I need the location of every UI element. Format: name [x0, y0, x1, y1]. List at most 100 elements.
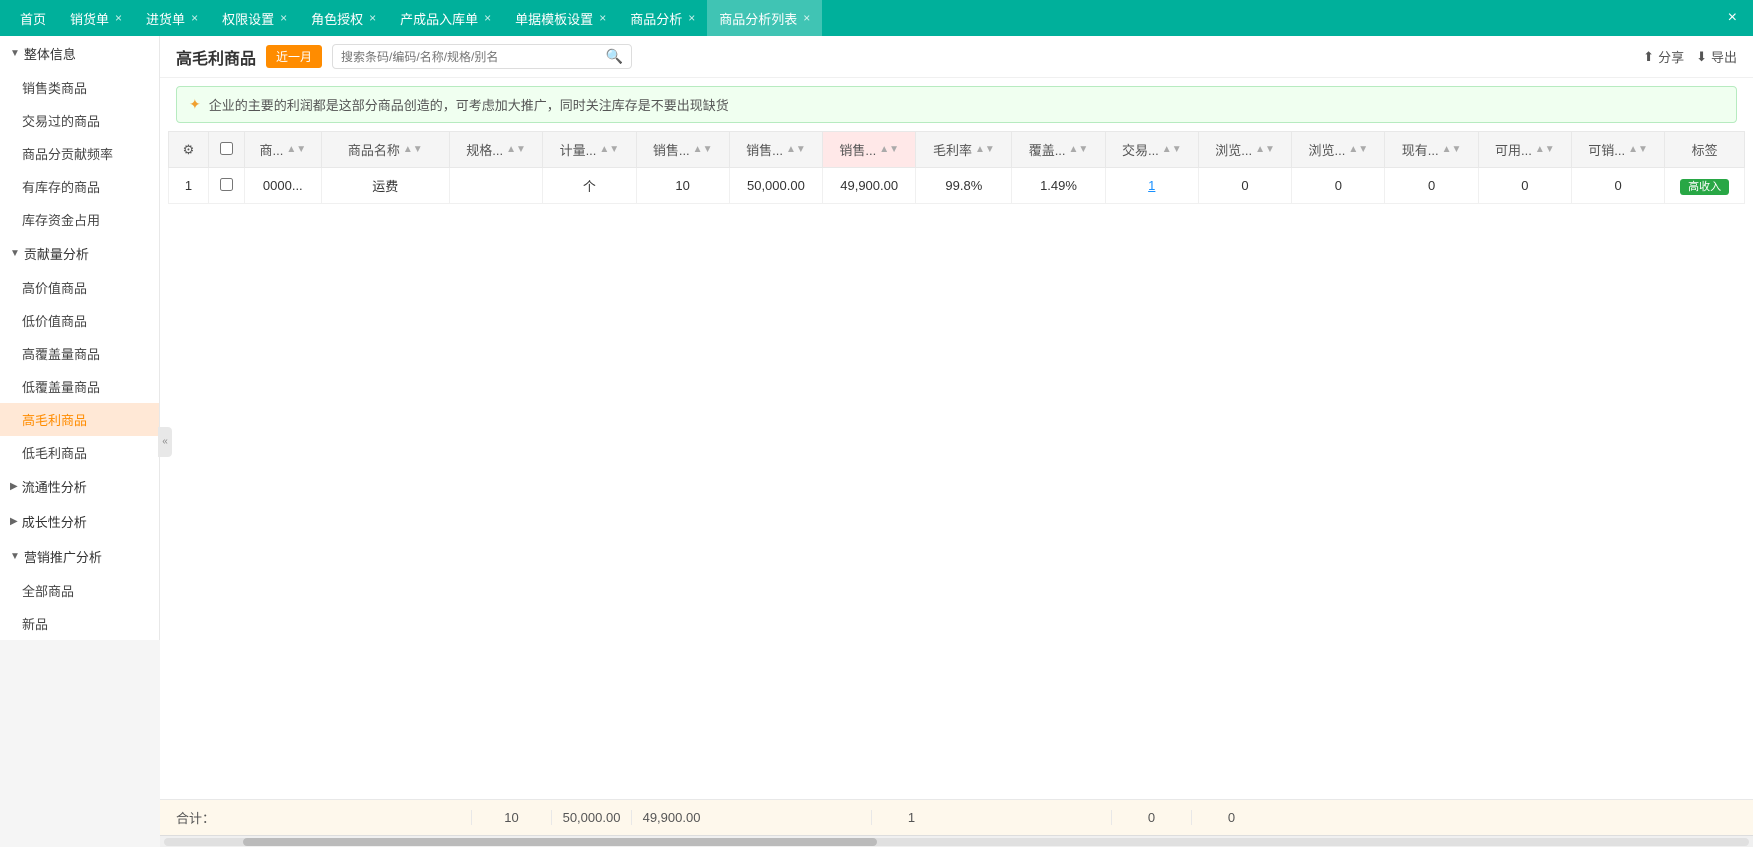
sort-icon: ▲▼ — [1255, 145, 1275, 155]
search-icon[interactable]: 🔍 — [606, 48, 623, 65]
transaction-link[interactable]: 1 — [1148, 178, 1155, 193]
horizontal-scrollbar[interactable] — [160, 835, 1753, 847]
row-sales-qty: 10 — [636, 168, 729, 204]
col-transaction[interactable]: 交易... ▲▼ — [1105, 132, 1198, 168]
sidebar-item-low-coverage[interactable]: 低覆盖量商品 — [0, 370, 159, 403]
sort-icon: ▲▼ — [599, 145, 619, 155]
settings-icon[interactable]: ⚙ — [183, 142, 195, 158]
sidebar-item-stock-capital[interactable]: 库存资金占用 — [0, 203, 159, 236]
footer-sales-cost: 49,900.00 — [631, 810, 711, 825]
sidebar-item-high-value[interactable]: 高价值商品 — [0, 271, 159, 304]
row-view2: 0 — [1292, 168, 1385, 204]
col-sales-cost[interactable]: 销售... ▲▼ — [823, 132, 916, 168]
nav-tab-analysis-list[interactable]: 商品分析列表 × — [707, 0, 822, 36]
sort-icon: ▲▼ — [786, 145, 806, 155]
close-icon[interactable]: × — [599, 11, 606, 25]
export-button[interactable]: ⬇ 导出 — [1696, 47, 1737, 66]
sidebar-item-low-margin[interactable]: 低毛利商品 — [0, 436, 159, 469]
row-checkbox[interactable] — [209, 168, 245, 204]
top-nav: 首页 销货单 × 进货单 × 权限设置 × 角色授权 × 产成品入库单 × 单据… — [0, 0, 1753, 36]
sidebar-item-traded-goods[interactable]: 交易过的商品 — [0, 104, 159, 137]
sidebar: ▼ 整体信息 销售类商品 交易过的商品 商品分贡献频率 有库存的商品 库存资金占… — [0, 36, 160, 640]
sidebar-group-contribution[interactable]: ▼ 贡献量分析 — [0, 236, 159, 271]
share-button[interactable]: ⬆ 分享 — [1643, 47, 1684, 66]
footer-current-stock: 0 — [1111, 810, 1191, 825]
nav-tab-permission[interactable]: 权限设置 × — [210, 0, 299, 36]
sidebar-item-sales-goods[interactable]: 销售类商品 — [0, 71, 159, 104]
row-name: 运费 — [321, 168, 449, 204]
sidebar-item-contribution-rate[interactable]: 商品分贡献频率 — [0, 137, 159, 170]
col-view2[interactable]: 浏览... ▲▼ — [1292, 132, 1385, 168]
sidebar-group-overall[interactable]: ▼ 整体信息 — [0, 36, 159, 71]
sidebar-group-liquidity[interactable]: ▶ 流通性分析 — [0, 469, 159, 504]
row-coverage: 1.49% — [1012, 168, 1105, 204]
col-sales-qty[interactable]: 销售... ▲▼ — [636, 132, 729, 168]
close-icon[interactable]: × — [280, 11, 287, 25]
nav-tab-home[interactable]: 首页 — [8, 0, 58, 36]
col-saleable-stock[interactable]: 可销... ▲▼ — [1571, 132, 1664, 168]
close-icon[interactable]: × — [484, 11, 491, 25]
col-name[interactable]: 商品名称 ▲▼ — [321, 132, 449, 168]
table-row: 1 0000... 运费 个 10 50,000.00 49,900.00 99… — [169, 168, 1745, 204]
row-unit: 个 — [543, 168, 636, 204]
search-input[interactable] — [341, 50, 600, 64]
sort-icon: ▲▼ — [1348, 145, 1368, 155]
close-icon[interactable]: × — [369, 11, 376, 25]
sidebar-item-high-coverage[interactable]: 高覆盖量商品 — [0, 337, 159, 370]
nav-tab-product-in[interactable]: 产成品入库单 × — [388, 0, 503, 36]
scrollbar-track[interactable] — [164, 838, 1749, 846]
col-sales-amount[interactable]: 销售... ▲▼ — [729, 132, 822, 168]
sort-icon: ▲▼ — [1628, 145, 1648, 155]
col-settings[interactable]: ⚙ — [169, 132, 209, 168]
sidebar-item-all-goods[interactable]: 全部商品 — [0, 574, 159, 607]
sidebar-item-stock-goods[interactable]: 有库存的商品 — [0, 170, 159, 203]
col-coverage[interactable]: 覆盖... ▲▼ — [1012, 132, 1105, 168]
col-available-stock[interactable]: 可用... ▲▼ — [1478, 132, 1571, 168]
col-code[interactable]: 商... ▲▼ — [245, 132, 322, 168]
sidebar-collapse-button[interactable]: « — [158, 427, 172, 457]
sort-icon: ▲▼ — [506, 145, 526, 155]
sidebar-item-high-margin[interactable]: 高毛利商品 — [0, 403, 159, 436]
sidebar-item-low-value[interactable]: 低价值商品 — [0, 304, 159, 337]
row-tag: 高收入 — [1665, 168, 1745, 204]
nav-tab-sales[interactable]: 销货单 × — [58, 0, 134, 36]
row-select-checkbox[interactable] — [220, 178, 233, 191]
table-container[interactable]: ⚙ 商... ▲▼ — [160, 131, 1753, 799]
nav-tab-template[interactable]: 单据模板设置 × — [503, 0, 618, 36]
sort-icon: ▲▼ — [693, 145, 713, 155]
close-icon[interactable]: × — [115, 11, 122, 25]
search-box: 🔍 — [332, 44, 632, 69]
close-icon[interactable]: × — [688, 11, 695, 25]
nav-tab-role[interactable]: 角色授权 × — [299, 0, 388, 36]
period-button[interactable]: 近一月 — [266, 45, 322, 68]
share-icon: ⬆ — [1643, 49, 1654, 65]
nav-tab-purchase[interactable]: 进货单 × — [134, 0, 210, 36]
close-icon[interactable]: × — [191, 11, 198, 25]
window-close-button[interactable]: × — [1720, 9, 1745, 27]
col-unit[interactable]: 计量... ▲▼ — [543, 132, 636, 168]
sort-icon: ▲▼ — [286, 145, 306, 155]
info-icon: ✦ — [189, 96, 201, 113]
row-spec — [449, 168, 542, 204]
col-checkbox[interactable] — [209, 132, 245, 168]
scrollbar-thumb[interactable] — [243, 838, 877, 846]
col-view1[interactable]: 浏览... ▲▼ — [1198, 132, 1291, 168]
chevron-down-icon: ▼ — [10, 551, 20, 562]
tag-badge: 高收入 — [1680, 179, 1729, 195]
row-view1: 0 — [1198, 168, 1291, 204]
col-tag[interactable]: 标签 — [1665, 132, 1745, 168]
col-margin[interactable]: 毛利率 ▲▼ — [916, 132, 1012, 168]
nav-tab-analysis[interactable]: 商品分析 × — [618, 0, 707, 36]
content-header: 高毛利商品 近一月 🔍 ⬆ 分享 ⬇ 导出 — [160, 36, 1753, 78]
sidebar-group-growth[interactable]: ▶ 成长性分析 — [0, 504, 159, 539]
sidebar-item-new-goods[interactable]: 新品 — [0, 607, 159, 640]
footer-sales-qty: 10 — [471, 810, 551, 825]
select-all-checkbox[interactable] — [220, 142, 233, 155]
sidebar-group-marketing[interactable]: ▼ 营销推广分析 — [0, 539, 159, 574]
col-current-stock[interactable]: 现有... ▲▼ — [1385, 132, 1478, 168]
col-spec[interactable]: 规格... ▲▼ — [449, 132, 542, 168]
close-icon[interactable]: × — [803, 11, 810, 25]
row-margin-rate: 99.8% — [916, 168, 1012, 204]
footer-bar: 合计： 10 50,000.00 49,900.00 1 0 0 — [160, 799, 1753, 835]
chevron-right-icon: ▶ — [10, 481, 18, 492]
